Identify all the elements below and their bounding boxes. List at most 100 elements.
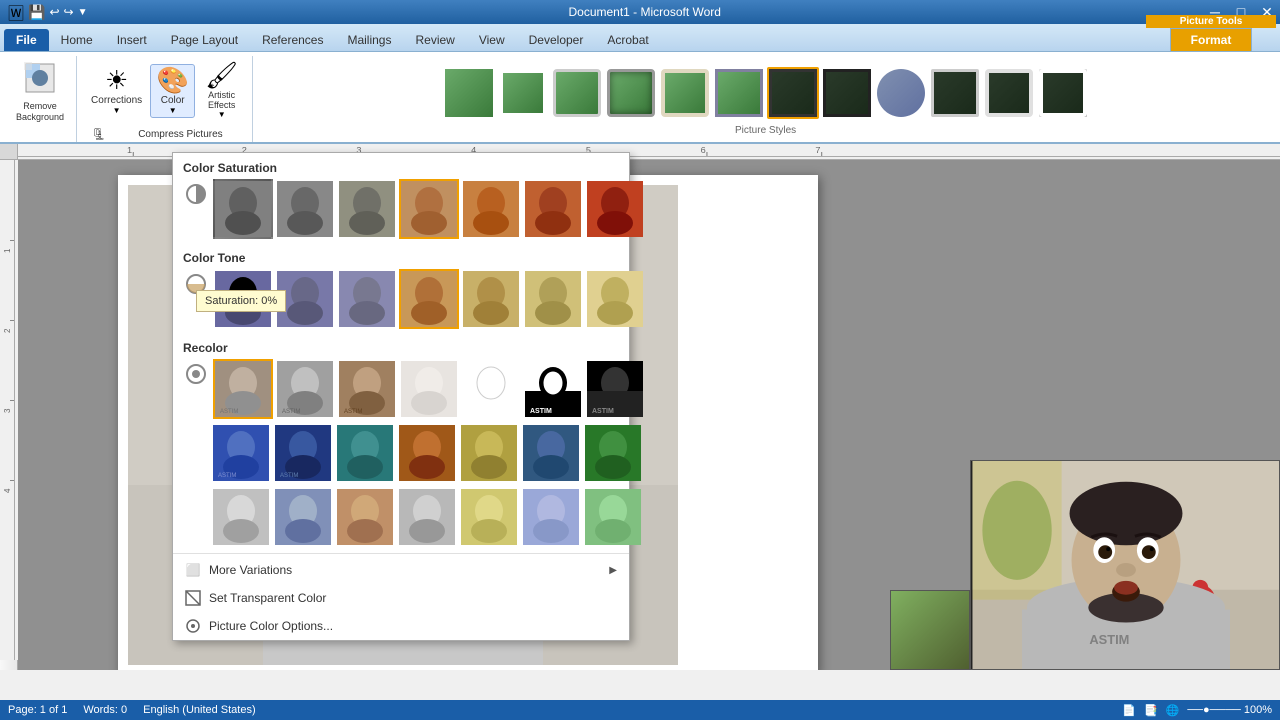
recolor-green[interactable] bbox=[583, 423, 643, 483]
recolor-lt-gray[interactable] bbox=[211, 487, 271, 547]
recolor-black-white-outline[interactable] bbox=[461, 359, 521, 419]
tab-acrobat[interactable]: Acrobat bbox=[595, 29, 660, 51]
recolor-yellow[interactable] bbox=[459, 423, 519, 483]
svg-text:3: 3 bbox=[3, 408, 12, 413]
saturation-200[interactable] bbox=[523, 179, 583, 239]
view-web[interactable]: 🌐 bbox=[1166, 704, 1180, 717]
word-count: Words: 0 bbox=[83, 704, 127, 716]
more-variations-item[interactable]: ⬜ More Variations ▶ bbox=[173, 556, 629, 584]
tab-references[interactable]: References bbox=[250, 29, 335, 51]
color-dropdown-panel: Color Saturation Color Tone bbox=[172, 152, 630, 641]
tone-6200[interactable] bbox=[337, 269, 397, 329]
color-icon: 🎨 bbox=[157, 67, 189, 93]
tab-page-layout[interactable]: Page Layout bbox=[159, 29, 250, 51]
recolor-no-recolor[interactable]: ASTIM bbox=[213, 359, 273, 419]
recolor-lt-gray2[interactable] bbox=[397, 487, 457, 547]
recolor-brown-dk[interactable] bbox=[397, 423, 457, 483]
saturation-300[interactable] bbox=[585, 179, 645, 239]
picture-style-11[interactable] bbox=[983, 67, 1035, 119]
picture-style-7[interactable] bbox=[767, 67, 819, 119]
corrections-arrow: ▼ bbox=[113, 106, 121, 115]
set-transparent-item[interactable]: Set Transparent Color bbox=[173, 584, 629, 612]
quick-save[interactable]: 💾 bbox=[28, 4, 45, 21]
recolor-lt-brown[interactable] bbox=[335, 487, 395, 547]
color-button[interactable]: 🎨 Color ▼ bbox=[150, 64, 195, 118]
tab-insert[interactable]: Insert bbox=[105, 29, 159, 51]
tab-developer[interactable]: Developer bbox=[517, 29, 596, 51]
picture-style-10[interactable] bbox=[929, 67, 981, 119]
ribbon-group-remove-bg: RemoveBackground bbox=[4, 56, 77, 142]
picture-color-options-item[interactable]: Picture Color Options... bbox=[173, 612, 629, 640]
picture-color-options-label: Picture Color Options... bbox=[209, 619, 333, 633]
svg-text:ASTIM: ASTIM bbox=[218, 473, 236, 479]
svg-text:ASTIM: ASTIM bbox=[344, 409, 362, 415]
tone-5500[interactable] bbox=[275, 269, 335, 329]
picture-style-5[interactable] bbox=[659, 67, 711, 119]
tab-file[interactable]: File bbox=[4, 29, 49, 51]
recolor-lt-lt-blue[interactable] bbox=[521, 487, 581, 547]
picture-tools-banner: Picture Tools bbox=[1146, 15, 1276, 28]
recolor-washout[interactable] bbox=[399, 359, 459, 419]
picture-style-9[interactable] bbox=[875, 67, 927, 119]
saturation-row bbox=[173, 179, 629, 243]
more-variations-label: More Variations bbox=[209, 563, 292, 577]
tab-format[interactable]: Format bbox=[1170, 28, 1253, 51]
recolor-sepia[interactable]: ASTIM bbox=[337, 359, 397, 419]
corrections-button[interactable]: ☀ Corrections ▼ bbox=[87, 65, 146, 117]
ribbon-tabs: File Home Insert Page Layout References … bbox=[0, 24, 1280, 52]
vertical-ruler: 1 2 3 4 bbox=[0, 160, 18, 670]
more-variations-icon: ⬜ bbox=[185, 562, 201, 578]
svg-text:1: 1 bbox=[127, 146, 132, 155]
small-bg-thumb bbox=[890, 590, 970, 670]
picture-style-6[interactable] bbox=[713, 67, 765, 119]
tab-mailings[interactable]: Mailings bbox=[335, 29, 403, 51]
artistic-label: ArtisticEffects bbox=[208, 90, 235, 110]
saturation-66[interactable] bbox=[337, 179, 397, 239]
recolor-teal[interactable] bbox=[335, 423, 395, 483]
ribbon: RemoveBackground ☀ Corrections ▼ 🎨 Color… bbox=[0, 52, 1280, 144]
recolor-lt-yellow[interactable] bbox=[459, 487, 519, 547]
saturation-100[interactable] bbox=[399, 179, 459, 239]
picture-color-options-icon bbox=[185, 618, 201, 634]
compress-pictures-button[interactable]: 🗜 Color Compress Pictures bbox=[87, 125, 227, 143]
svg-text:ASTIM: ASTIM bbox=[530, 408, 552, 415]
picture-style-1[interactable] bbox=[443, 67, 495, 119]
recolor-black-white-50[interactable]: ASTIM bbox=[585, 359, 645, 419]
remove-background-button[interactable]: RemoveBackground bbox=[12, 60, 68, 125]
quick-redo[interactable]: ↪ bbox=[64, 5, 74, 19]
recolor-blue[interactable]: ASTIM bbox=[273, 423, 333, 483]
view-print[interactable]: 📄 bbox=[1122, 704, 1136, 717]
recolor-row3 bbox=[173, 487, 629, 551]
recolor-dk-blue[interactable]: ASTIM bbox=[211, 423, 271, 483]
recolor-lt-blue[interactable] bbox=[273, 487, 333, 547]
zoom-slider[interactable]: ──●──── 100% bbox=[1187, 704, 1272, 717]
tone-8200[interactable] bbox=[523, 269, 583, 329]
panel-divider-1 bbox=[173, 553, 629, 554]
tab-home[interactable]: Home bbox=[49, 29, 105, 51]
recolor-black-white-25[interactable]: ASTIM bbox=[523, 359, 583, 419]
view-fullscreen[interactable]: 📑 bbox=[1144, 704, 1158, 717]
tab-review[interactable]: Review bbox=[403, 29, 466, 51]
svg-text:7: 7 bbox=[815, 146, 820, 155]
tone-7200[interactable] bbox=[461, 269, 521, 329]
recolor-lt-green[interactable] bbox=[583, 487, 643, 547]
quick-dropdown[interactable]: ▼ bbox=[78, 7, 88, 18]
recolor-dk-blue2[interactable] bbox=[521, 423, 581, 483]
status-bar-right: 📄 📑 🌐 ──●──── 100% bbox=[1122, 704, 1272, 717]
picture-style-8[interactable] bbox=[821, 67, 873, 119]
tab-view[interactable]: View bbox=[467, 29, 517, 51]
saturation-150[interactable] bbox=[461, 179, 521, 239]
artistic-effects-button[interactable]: 🖌 ArtisticEffects ▼ bbox=[199, 60, 244, 121]
picture-style-12[interactable] bbox=[1037, 67, 1089, 119]
saturation-section-title: Color Saturation bbox=[173, 153, 629, 179]
tone-6500[interactable] bbox=[399, 269, 459, 329]
picture-style-2[interactable] bbox=[497, 67, 549, 119]
tone-9300[interactable] bbox=[585, 269, 645, 329]
tone-4700[interactable] bbox=[213, 269, 273, 329]
quick-undo[interactable]: ↩ bbox=[49, 5, 59, 19]
saturation-0[interactable] bbox=[213, 179, 273, 239]
picture-style-4[interactable] bbox=[605, 67, 657, 119]
saturation-33[interactable] bbox=[275, 179, 335, 239]
picture-style-3[interactable] bbox=[551, 67, 603, 119]
recolor-grayscale[interactable]: ASTIM bbox=[275, 359, 335, 419]
